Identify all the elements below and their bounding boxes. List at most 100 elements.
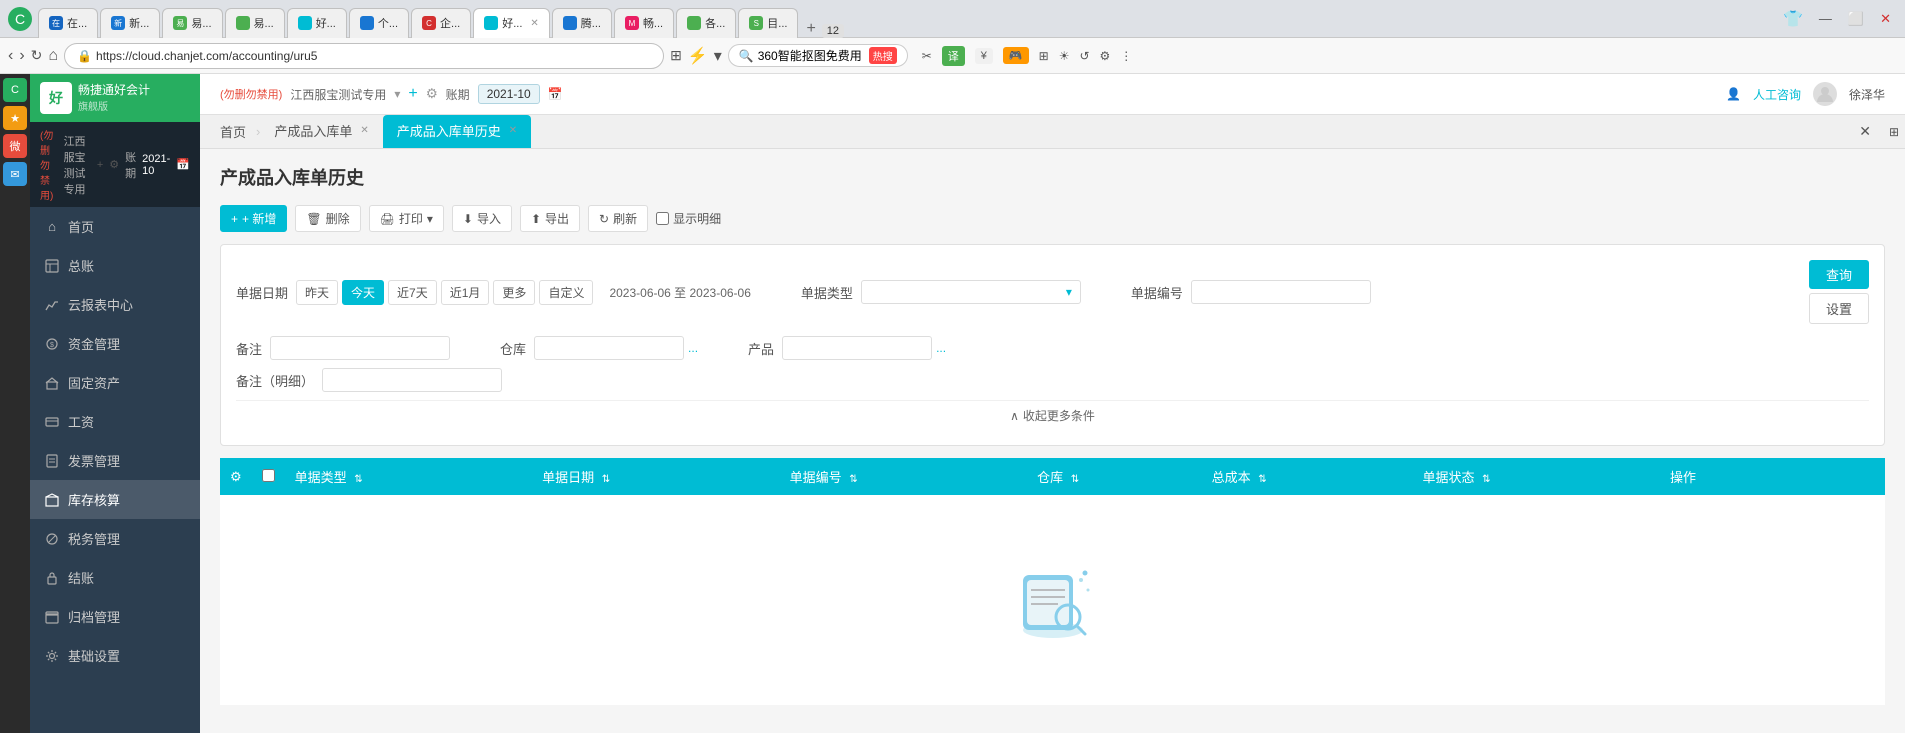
date-btn-yesterday[interactable]: 昨天 (296, 280, 338, 305)
lightning-button[interactable]: ⚡ (688, 46, 708, 66)
product-more[interactable]: ... (936, 341, 946, 355)
sidebar-item-archive[interactable]: 归档管理 (30, 597, 200, 636)
col-total-cost-header[interactable]: 总成本 ⇅ (1202, 458, 1413, 495)
date-btn-1month[interactable]: 近1月 (441, 280, 490, 305)
extensions-button[interactable]: ⊞ (670, 47, 682, 64)
browser-tab-10[interactable]: M 畅... (614, 8, 674, 38)
remark-input[interactable] (270, 336, 450, 360)
col-doc-type-header[interactable]: 单据类型 ⇅ (285, 458, 533, 495)
col-doc-no-header[interactable]: 单据编号 ⇅ (780, 458, 1028, 495)
period-calendar-icon[interactable]: 📅 (548, 87, 563, 101)
app-icon-chanjet[interactable]: C (3, 78, 27, 102)
col-warehouse-header[interactable]: 仓库 ⇅ (1027, 458, 1201, 495)
search-settings-button[interactable]: 设置 (1809, 293, 1869, 324)
sidebar-item-closing[interactable]: 结账 (30, 558, 200, 597)
browser-tab-11[interactable]: 各... (676, 8, 736, 38)
browser-tab-2[interactable]: 新 新... (100, 8, 160, 38)
query-button[interactable]: 查询 (1809, 260, 1869, 289)
warehouse-more[interactable]: ... (688, 341, 698, 355)
tab-history-close[interactable]: ✕ (509, 125, 517, 136)
browser-tab-4[interactable]: 易... (225, 8, 285, 38)
col-settings-header[interactable]: ⚙ (220, 458, 252, 495)
sidebar-item-salary[interactable]: 工资 (30, 402, 200, 441)
browser-tab-8[interactable]: 好... ✕ (473, 8, 550, 38)
warehouse-input[interactable] (534, 336, 684, 360)
breadcrumb-home[interactable]: 首页 (210, 116, 256, 147)
header-add-button[interactable]: + (408, 85, 417, 103)
select-all-checkbox[interactable] (262, 469, 275, 482)
collapse-button[interactable]: ∧ 收起更多条件 (236, 400, 1869, 430)
sidebar-item-tax[interactable]: 税务管理 (30, 519, 200, 558)
date-btn-7days[interactable]: 近7天 (388, 280, 437, 305)
yuan-icon[interactable]: ¥ (975, 48, 993, 64)
game-icon[interactable]: 🎮 (1003, 47, 1029, 64)
sidebar-item-settings[interactable]: 基础设置 (30, 636, 200, 675)
close-button[interactable]: ✕ (1874, 7, 1897, 31)
tab-history[interactable]: 产成品入库单历史 ✕ (383, 115, 531, 148)
date-btn-more[interactable]: 更多 (493, 280, 535, 305)
grid-icon[interactable]: ⊞ (1039, 49, 1049, 63)
remark-detail-input[interactable] (322, 368, 502, 392)
shirt-button[interactable]: 👕 (1777, 7, 1809, 31)
sidebar-item-ledger[interactable]: 总账 (30, 246, 200, 285)
search-bar[interactable]: 🔍 360智能抠图免费用 热搜 (728, 44, 908, 67)
browser-tab-9[interactable]: 腾... (552, 8, 612, 38)
date-btn-custom[interactable]: 自定义 (539, 280, 593, 305)
sidebar-item-inventory[interactable]: 库存核算 (30, 480, 200, 519)
refresh-button[interactable]: ↻ 刷新 (588, 205, 648, 232)
col-doc-status-header[interactable]: 单据状态 ⇅ (1413, 458, 1661, 495)
settings-small-icon[interactable]: ⚙ (109, 158, 119, 171)
delete-button[interactable]: 🗑 删除 (295, 205, 360, 232)
show-detail-input[interactable] (656, 212, 669, 225)
tab-close-8[interactable]: ✕ (530, 18, 538, 29)
forward-button[interactable]: › (19, 47, 24, 65)
add-button[interactable]: + + 新增 (220, 205, 287, 232)
print-button[interactable]: 🖨 打印 ▾ (369, 205, 444, 232)
header-dropdown-icon[interactable]: ▾ (394, 87, 400, 101)
browser-tab-3[interactable]: 易 易... (162, 8, 222, 38)
home-button[interactable]: ⌂ (48, 47, 58, 65)
app-icon-weibo[interactable]: 微 (3, 134, 27, 158)
sidebar-item-report[interactable]: 云报表中心 (30, 285, 200, 324)
browser-tab-7[interactable]: C 企... (411, 8, 471, 38)
browser-tab-1[interactable]: 在 在... (38, 8, 98, 38)
browser-tab-6[interactable]: 个... (349, 8, 409, 38)
new-tab-button[interactable]: + (800, 20, 821, 38)
sidebar-item-finance[interactable]: $ 资金管理 (30, 324, 200, 363)
sidebar-item-fixed[interactable]: 固定资产 (30, 363, 200, 402)
address-input[interactable]: 🔒 https://cloud.chanjet.com/accounting/u… (64, 43, 664, 69)
sidebar-item-home[interactable]: ⌂ 首页 (30, 207, 200, 246)
col-doc-date-header[interactable]: 单据日期 ⇅ (532, 458, 780, 495)
browser-tab-12[interactable]: S 目... (738, 8, 798, 38)
doc-no-input[interactable] (1191, 280, 1371, 304)
scissors-icon[interactable]: ✂ (922, 49, 932, 63)
app-icon-mail[interactable]: ✉ (3, 162, 27, 186)
back-button[interactable]: ‹ (8, 47, 13, 65)
calendar-icon[interactable]: 📅 (176, 158, 190, 171)
sidebar-item-invoice[interactable]: 发票管理 (30, 441, 200, 480)
sync-icon[interactable]: ↺ (1079, 49, 1089, 63)
translate-icon[interactable]: 译 (942, 46, 965, 66)
sun-icon[interactable]: ☀ (1059, 49, 1070, 63)
browser-tab-5[interactable]: 好... (287, 8, 347, 38)
show-detail-checkbox[interactable]: 显示明细 (656, 210, 721, 227)
panel-expand-button[interactable]: ⊞ (1883, 125, 1905, 139)
col-checkbox-header[interactable] (252, 458, 285, 495)
panel-close-button[interactable]: ✕ (1847, 123, 1883, 140)
tab-list[interactable]: 产成品入库单 ✕ (260, 115, 382, 148)
date-btn-today[interactable]: 今天 (342, 280, 384, 305)
refresh-nav-button[interactable]: ↻ (31, 47, 43, 64)
product-input[interactable] (782, 336, 932, 360)
restore-button[interactable]: ⬜ (1842, 7, 1870, 31)
dropdown-button[interactable]: ▾ (714, 46, 722, 66)
header-settings-button[interactable]: ⚙ (426, 86, 438, 102)
human-service-label[interactable]: 人工咨询 (1753, 86, 1801, 103)
minimize-button[interactable]: — (1813, 7, 1838, 31)
export-button[interactable]: ⬆ 导出 (520, 205, 580, 232)
doc-type-select[interactable]: ▾ (861, 280, 1081, 304)
menu-icon[interactable]: ⋮ (1120, 49, 1132, 63)
import-button[interactable]: ⬇ 导入 (452, 205, 512, 232)
tab-list-close[interactable]: ✕ (360, 125, 368, 136)
app-icon-star[interactable]: ★ (3, 106, 27, 130)
settings-icon[interactable]: ⚙ (1100, 49, 1111, 63)
